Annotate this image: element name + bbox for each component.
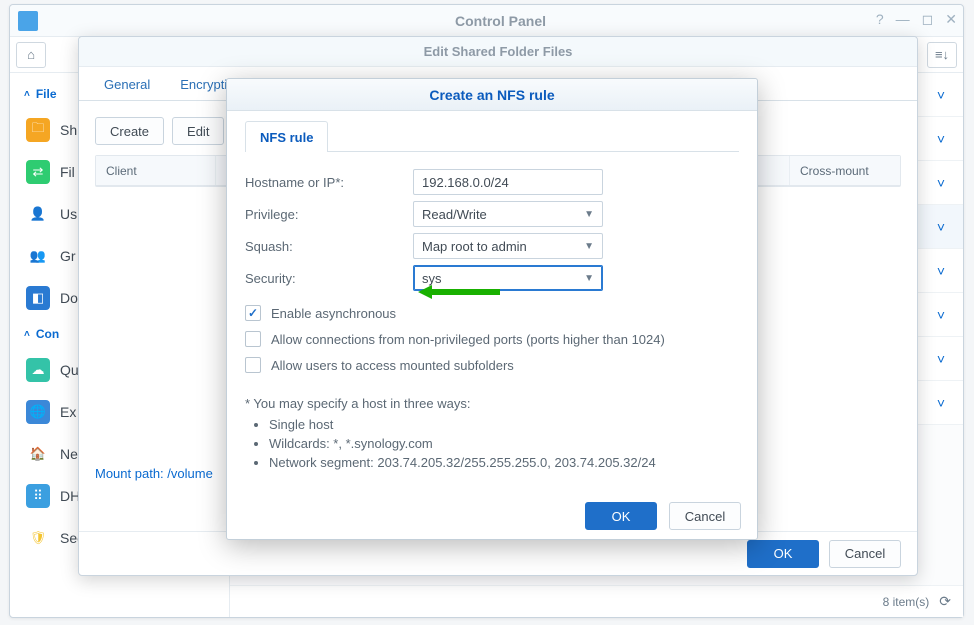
chevron-down-icon: ▼ — [584, 209, 594, 220]
home-button[interactable]: ⌂ — [16, 42, 46, 68]
privilege-select[interactable]: Read/Write▼ — [413, 201, 603, 227]
col-client: Client — [96, 156, 216, 185]
folder-icon: 🗀 — [26, 118, 50, 142]
maximize-icon[interactable]: ◻ — [922, 11, 934, 28]
house-icon: 🏠 — [26, 442, 50, 466]
refresh-icon[interactable]: ⟳ — [939, 593, 951, 610]
allow-nonpriv-checkbox[interactable] — [245, 331, 261, 347]
row-privilege: Privilege: Read/Write▼ — [245, 198, 739, 230]
chevron-down-icon: ˅ — [937, 87, 945, 103]
enable-async-label: Enable asynchronous — [271, 306, 396, 321]
create-button[interactable]: Create — [95, 117, 164, 145]
window-title: Control Panel — [38, 13, 963, 29]
titlebar: Control Panel ? — ◻ ✕ — [10, 5, 963, 37]
edit-button[interactable]: Edit — [172, 117, 224, 145]
nfs-body: Hostname or IP*: Privilege: Read/Write▼ … — [227, 152, 757, 493]
cancel-button[interactable]: Cancel — [829, 540, 901, 568]
hostname-label: Hostname or IP*: — [245, 175, 413, 190]
globe-icon: 🌐 — [26, 400, 50, 424]
chevron-down-icon: ˅ — [937, 395, 945, 411]
security-select[interactable]: sys▼ — [413, 265, 603, 291]
note-item: Wildcards: *, *.synology.com — [269, 434, 739, 453]
minimize-icon[interactable]: — — [896, 11, 910, 28]
chevron-down-icon: ▼ — [584, 273, 594, 284]
security-label: Security: — [245, 271, 413, 286]
chevron-down-icon: ˅ — [937, 175, 945, 191]
chevron-up-icon: ˄ — [24, 89, 30, 100]
chevron-up-icon: ˄ — [24, 329, 30, 340]
shield-icon: 🛡 — [26, 526, 50, 550]
chevron-down-icon: ˅ — [937, 351, 945, 367]
dialog-title: Create an NFS rule — [227, 79, 757, 111]
dialog-footer: OK Cancel — [227, 493, 757, 539]
squash-label: Squash: — [245, 239, 413, 254]
tab-general[interactable]: General — [89, 68, 165, 100]
allow-subfolders-checkbox[interactable] — [245, 357, 261, 373]
user-icon: 👤 — [26, 202, 50, 226]
swap-icon: ⇄ — [26, 160, 50, 184]
mount-path-value: /volume — [167, 466, 213, 481]
create-nfs-rule-dialog: Create an NFS rule NFS rule Hostname or … — [226, 78, 758, 540]
help-icon[interactable]: ? — [876, 11, 884, 28]
note-heading: * You may specify a host in three ways: — [245, 396, 739, 411]
chevron-down-icon: ▼ — [584, 241, 594, 252]
chevron-down-icon: ˅ — [937, 263, 945, 279]
row-security: Security: sys▼ — [245, 262, 739, 294]
allow-subfolders-row: Allow users to access mounted subfolders — [245, 352, 739, 378]
network-icon: ⠿ — [26, 484, 50, 508]
item-count: 8 item(s) — [883, 595, 930, 609]
sort-icon: ≡↓ — [935, 47, 949, 62]
cloud-icon: ☁ — [26, 358, 50, 382]
chevron-down-icon: ˅ — [937, 307, 945, 323]
tab-nfs-rule[interactable]: NFS rule — [245, 121, 328, 152]
status-bar: 8 item(s) ⟳ — [230, 585, 963, 617]
note-item: Single host — [269, 415, 739, 434]
allow-nonpriv-row: Allow connections from non-privileged po… — [245, 326, 739, 352]
hostname-input[interactable] — [413, 169, 603, 195]
mount-path: Mount path: /volume — [95, 466, 213, 481]
window-buttons: ? — ◻ ✕ — [876, 11, 957, 28]
squash-select[interactable]: Map root to admin▼ — [413, 233, 603, 259]
ok-button[interactable]: OK — [585, 502, 657, 530]
close-icon[interactable]: ✕ — [945, 11, 957, 28]
host-spec-note: * You may specify a host in three ways: … — [245, 396, 739, 472]
note-item: Network segment: 203.74.205.32/255.255.2… — [269, 453, 739, 472]
group-icon: 👥 — [26, 244, 50, 268]
privilege-label: Privilege: — [245, 207, 413, 222]
col-crossmount: Cross-mount — [790, 156, 900, 185]
allow-subfolders-label: Allow users to access mounted subfolders — [271, 358, 514, 373]
sort-button[interactable]: ≡↓ — [927, 42, 957, 68]
ok-button[interactable]: OK — [747, 540, 819, 568]
enable-async-checkbox[interactable] — [245, 305, 261, 321]
enable-async-row: Enable asynchronous — [245, 300, 739, 326]
allow-nonpriv-label: Allow connections from non-privileged po… — [271, 332, 665, 347]
row-hostname: Hostname or IP*: — [245, 166, 739, 198]
chevron-down-icon: ˅ — [937, 131, 945, 147]
id-icon: ◧ — [26, 286, 50, 310]
nfs-tabstrip-wrap: NFS rule — [227, 121, 757, 152]
chevron-down-icon: ˅ — [937, 219, 945, 235]
dialog-title: Edit Shared Folder Files — [79, 37, 917, 67]
row-squash: Squash: Map root to admin▼ — [245, 230, 739, 262]
home-icon: ⌂ — [27, 47, 35, 62]
cancel-button[interactable]: Cancel — [669, 502, 741, 530]
app-icon — [18, 11, 38, 31]
